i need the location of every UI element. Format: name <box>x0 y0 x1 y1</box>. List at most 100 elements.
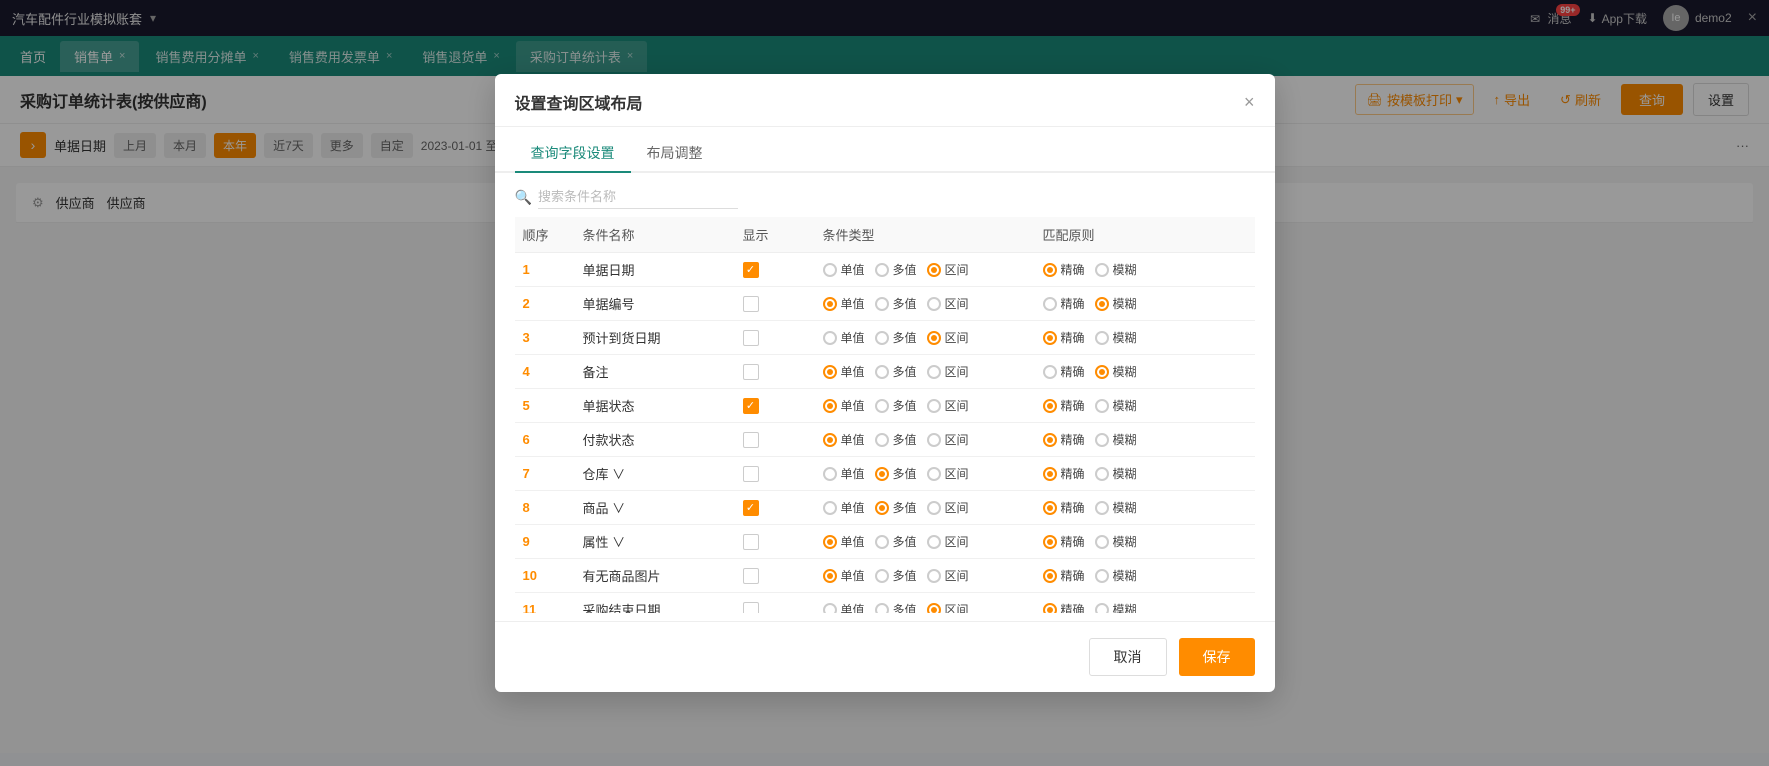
radio-match-fuzzy[interactable]: 模糊 <box>1095 601 1137 613</box>
radio-type-range[interactable]: 区间 <box>927 363 969 380</box>
row-display-checkbox[interactable] <box>735 602 815 614</box>
checkbox[interactable] <box>743 466 759 482</box>
radio-match-exact[interactable]: 精确 <box>1043 533 1085 550</box>
radio-type-multi[interactable]: 多值 <box>875 261 917 278</box>
radio-type-multi[interactable]: 多值 <box>875 567 917 584</box>
radio-match-fuzzy[interactable]: 模糊 <box>1095 397 1137 414</box>
radio-type-range[interactable]: 区间 <box>927 261 969 278</box>
radio-match-fuzzy[interactable]: 模糊 <box>1095 533 1137 550</box>
radio-type-range[interactable]: 区间 <box>927 465 969 482</box>
checkbox[interactable] <box>743 500 759 516</box>
row-display-checkbox[interactable] <box>735 330 815 346</box>
radio-match-fuzzy[interactable]: 模糊 <box>1095 499 1137 516</box>
row-match-radios: 精确模糊 <box>1035 533 1235 550</box>
radio-match-fuzzy[interactable]: 模糊 <box>1095 329 1137 346</box>
radio-match-fuzzy[interactable]: 模糊 <box>1095 431 1137 448</box>
row-type-radios: 单值多值 区间 <box>815 601 1035 613</box>
row-type-radios: 单值多值区间 <box>815 261 1035 278</box>
row-display-checkbox[interactable] <box>735 296 815 312</box>
radio-match-exact[interactable]: 精确 <box>1043 567 1085 584</box>
radio-type-single[interactable]: 单值 <box>823 567 865 584</box>
cancel-button[interactable]: 取消 <box>1089 638 1167 676</box>
checkbox[interactable] <box>743 398 759 414</box>
row-display-checkbox[interactable] <box>735 364 815 380</box>
radio-type-range[interactable]: 区间 <box>927 397 969 414</box>
radio-type-single[interactable]: 单值 <box>823 465 865 482</box>
radio-match-fuzzy[interactable]: 模糊 <box>1095 295 1137 312</box>
row-condition-name: 有无商品图片 <box>575 566 735 585</box>
radio-match-exact[interactable]: 精确 <box>1043 465 1085 482</box>
row-display-checkbox[interactable] <box>735 568 815 584</box>
col-match: 匹配原则 <box>1035 225 1235 244</box>
radio-label-multi: 多值 <box>893 499 917 516</box>
dialog-close-button[interactable]: × <box>1244 93 1255 111</box>
radio-type-multi[interactable]: 多值 <box>875 465 917 482</box>
radio-type-multi[interactable]: 多值 <box>875 295 917 312</box>
radio-match-fuzzy[interactable]: 模糊 <box>1095 465 1137 482</box>
radio-type-single[interactable]: 单值 <box>823 363 865 380</box>
radio-match-exact[interactable]: 精确 <box>1043 601 1085 613</box>
radio-label-range: 区间 <box>945 601 969 613</box>
row-type-radios: 单值 多值区间 <box>815 499 1035 516</box>
checkbox[interactable] <box>743 364 759 380</box>
radio-match-exact[interactable]: 精确 <box>1043 261 1085 278</box>
row-index: 6 <box>515 432 575 447</box>
row-display-checkbox[interactable] <box>735 432 815 448</box>
radio-label-single: 单值 <box>841 499 865 516</box>
radio-type-single[interactable]: 单值 <box>823 431 865 448</box>
radio-match-exact[interactable]: 精确 <box>1043 397 1085 414</box>
dialog-footer: 取消 保存 <box>495 621 1275 692</box>
dialog-tab-fields[interactable]: 查询字段设置 <box>515 135 631 173</box>
row-match-radios: 精确模糊 <box>1035 363 1235 380</box>
search-input[interactable] <box>538 185 738 209</box>
radio-type-multi[interactable]: 多值 <box>875 601 917 613</box>
checkbox[interactable] <box>743 432 759 448</box>
row-display-checkbox[interactable] <box>735 534 815 550</box>
radio-type-single[interactable]: 单值 <box>823 261 865 278</box>
radio-match-exact[interactable]: 精确 <box>1043 329 1085 346</box>
radio-match-fuzzy[interactable]: 模糊 <box>1095 363 1137 380</box>
radio-type-multi[interactable]: 多值 <box>875 329 917 346</box>
radio-type-range[interactable]: 区间 <box>927 601 969 613</box>
save-button[interactable]: 保存 <box>1179 638 1255 676</box>
radio-type-multi[interactable]: 多值 <box>875 363 917 380</box>
radio-type-range[interactable]: 区间 <box>927 499 969 516</box>
radio-type-multi[interactable]: 多值 <box>875 533 917 550</box>
checkbox[interactable] <box>743 330 759 346</box>
checkbox[interactable] <box>743 262 759 278</box>
radio-type-single[interactable]: 单值 <box>823 601 865 613</box>
radio-type-single[interactable]: 单值 <box>823 533 865 550</box>
row-display-checkbox[interactable] <box>735 398 815 414</box>
radio-match-exact[interactable]: 精确 <box>1043 363 1085 380</box>
radio-match-exact[interactable]: 精确 <box>1043 499 1085 516</box>
row-type-radios: 单值多值区间 <box>815 465 1035 482</box>
radio-type-range[interactable]: 区间 <box>927 431 969 448</box>
checkbox[interactable] <box>743 534 759 550</box>
row-display-checkbox[interactable] <box>735 500 815 516</box>
radio-label-multi: 多值 <box>893 533 917 550</box>
row-display-checkbox[interactable] <box>735 466 815 482</box>
radio-type-range[interactable]: 区间 <box>927 295 969 312</box>
radio-type-multi[interactable]: 多值 <box>875 431 917 448</box>
checkbox[interactable] <box>743 296 759 312</box>
radio-type-range[interactable]: 区间 <box>927 533 969 550</box>
dialog-tab-layout[interactable]: 布局调整 <box>631 135 719 173</box>
radio-type-multi[interactable]: 多值 <box>875 397 917 414</box>
radio-type-range[interactable]: 区间 <box>927 329 969 346</box>
radio-type-range[interactable]: 区间 <box>927 567 969 584</box>
radio-match-fuzzy[interactable]: 模糊 <box>1095 261 1137 278</box>
radio-circle-match-fuzzy <box>1095 535 1109 549</box>
checkbox[interactable] <box>743 602 759 614</box>
radio-circle-multi <box>875 365 889 379</box>
radio-match-exact[interactable]: 精确 <box>1043 295 1085 312</box>
row-display-checkbox[interactable] <box>735 262 815 278</box>
radio-type-single[interactable]: 单值 <box>823 499 865 516</box>
radio-type-single[interactable]: 单值 <box>823 397 865 414</box>
checkbox[interactable] <box>743 568 759 584</box>
radio-type-single[interactable]: 单值 <box>823 329 865 346</box>
radio-match-fuzzy[interactable]: 模糊 <box>1095 567 1137 584</box>
radio-type-single[interactable]: 单值 <box>823 295 865 312</box>
radio-type-multi[interactable]: 多值 <box>875 499 917 516</box>
radio-match-exact[interactable]: 精确 <box>1043 431 1085 448</box>
radio-circle-multi <box>875 263 889 277</box>
